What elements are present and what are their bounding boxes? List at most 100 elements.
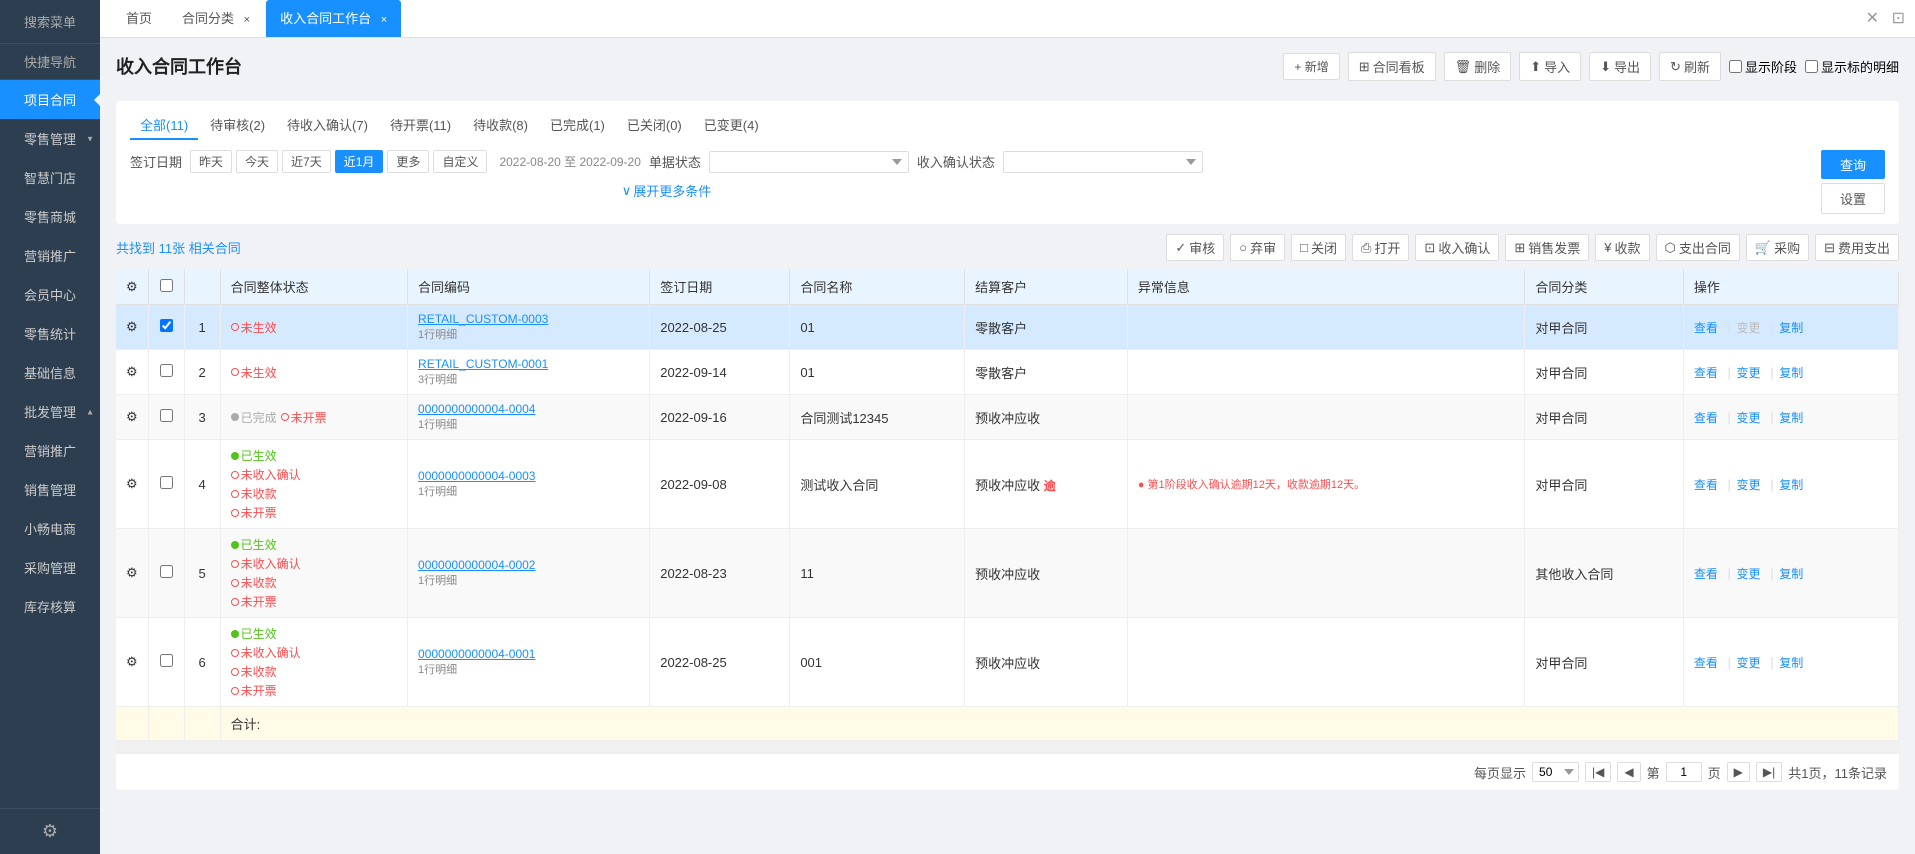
- purchase-action-btn[interactable]: 🛒 采购: [1746, 234, 1809, 261]
- change-action[interactable]: 变更: [1737, 366, 1761, 380]
- change-action[interactable]: 变更: [1737, 656, 1761, 670]
- row-gear[interactable]: ⚙: [116, 350, 148, 395]
- show-stages-checkbox[interactable]: [1729, 60, 1742, 73]
- sidebar-item-wholesale-mgmt[interactable]: 批发管理 ▲: [0, 392, 100, 431]
- sidebar-quick-nav[interactable]: 快捷导航: [0, 44, 100, 80]
- new-button[interactable]: + 新增: [1283, 53, 1339, 80]
- sidebar-item-purchase-mgmt[interactable]: 采购管理: [0, 548, 100, 587]
- row-checkbox[interactable]: [148, 395, 184, 440]
- horizontal-scrollbar[interactable]: [116, 741, 1899, 753]
- view-action[interactable]: 查看: [1694, 321, 1718, 335]
- copy-action[interactable]: 复制: [1779, 478, 1803, 492]
- filter-tab-pending-invoice[interactable]: 待开票(11): [380, 111, 461, 140]
- sidebar-item-xiaochangec[interactable]: 小畅电商: [0, 509, 100, 548]
- sidebar-item-retail-mgmt[interactable]: 零售管理: [0, 119, 100, 158]
- view-action[interactable]: 查看: [1694, 411, 1718, 425]
- date-btn-yesterday[interactable]: 昨天: [190, 150, 232, 173]
- date-btn-last1month[interactable]: 近1月: [335, 150, 384, 173]
- sidebar-item-base-info[interactable]: 基础信息: [0, 353, 100, 392]
- tab-close-contract-category[interactable]: ×: [244, 14, 250, 26]
- view-action[interactable]: 查看: [1694, 366, 1718, 380]
- sidebar-item-sales-mgmt[interactable]: 销售管理: [0, 470, 100, 509]
- row-gear[interactable]: ⚙: [116, 529, 148, 618]
- col-gear[interactable]: ⚙: [116, 269, 148, 305]
- date-btn-today[interactable]: 今天: [236, 150, 278, 173]
- contract-code-link[interactable]: 0000000000004-0004: [418, 402, 639, 416]
- export-button[interactable]: ⬇ 导出: [1589, 52, 1651, 81]
- setting-button[interactable]: 设置: [1821, 183, 1885, 214]
- filter-tab-pending-income-confirm[interactable]: 待收入确认(7): [277, 111, 378, 140]
- col-checkbox[interactable]: [148, 269, 184, 305]
- view-action[interactable]: 查看: [1694, 656, 1718, 670]
- close-action-btn[interactable]: □ 关闭: [1291, 234, 1346, 261]
- row-checkbox[interactable]: [148, 440, 184, 529]
- per-page-select[interactable]: 50 20 100: [1532, 762, 1579, 782]
- change-action[interactable]: 变更: [1737, 567, 1761, 581]
- sidebar-item-retail-mall[interactable]: 零售商城: [0, 197, 100, 236]
- expense-out-action-btn[interactable]: ⊟ 费用支出: [1815, 234, 1899, 261]
- tab-close-income-workbench[interactable]: ×: [381, 14, 387, 26]
- review-action-btn[interactable]: ✓ 审核: [1166, 234, 1224, 261]
- sidebar-item-smart-store[interactable]: 智慧门店: [0, 158, 100, 197]
- copy-action[interactable]: 复制: [1779, 321, 1803, 335]
- sidebar-item-member-center[interactable]: 会员中心: [0, 275, 100, 314]
- show-labels-checkbox[interactable]: [1805, 60, 1818, 73]
- kanban-button[interactable]: ⊞ 合同看板: [1348, 52, 1436, 81]
- filter-tab-changed[interactable]: 已变更(4): [694, 111, 769, 140]
- copy-action[interactable]: 复制: [1779, 411, 1803, 425]
- filter-tab-pending-review[interactable]: 待审核(2): [200, 111, 275, 140]
- row-checkbox[interactable]: [148, 350, 184, 395]
- sidebar-item-project-contract[interactable]: 项目合同: [0, 80, 100, 119]
- import-button[interactable]: ⬆ 导入: [1519, 52, 1581, 81]
- sales-invoice-action-btn[interactable]: ⊞ 销售发票: [1505, 234, 1589, 261]
- row-gear[interactable]: ⚙: [116, 395, 148, 440]
- contract-code-link[interactable]: 0000000000004-0003: [418, 469, 639, 483]
- sidebar-item-retail-stats[interactable]: 零售统计: [0, 314, 100, 353]
- current-page-input[interactable]: [1666, 762, 1702, 782]
- tab-home[interactable]: 首页: [112, 0, 166, 37]
- query-button[interactable]: 查询: [1821, 150, 1885, 179]
- window-minimize-button[interactable]: ⊡: [1892, 8, 1905, 28]
- receipt-action-btn[interactable]: ¥ 收款: [1595, 234, 1649, 261]
- sidebar-item-marketing2[interactable]: 营销推广: [0, 431, 100, 470]
- income-confirm-status-select[interactable]: [1003, 151, 1203, 173]
- print-action-btn[interactable]: ⎙ 打开: [1352, 234, 1409, 261]
- sidebar-item-marketing[interactable]: 营销推广: [0, 236, 100, 275]
- copy-action[interactable]: 复制: [1779, 656, 1803, 670]
- last-page-btn[interactable]: ▶|: [1756, 762, 1782, 782]
- prev-page-btn[interactable]: ◀: [1617, 762, 1640, 782]
- filter-tab-closed[interactable]: 已关闭(0): [617, 111, 692, 140]
- contract-code-link[interactable]: RETAIL_CUSTOM-0001: [418, 357, 639, 371]
- tab-income-contract-workbench[interactable]: 收入合同工作台 ×: [266, 0, 401, 37]
- income-confirm-action-btn[interactable]: ⊡ 收入确认: [1415, 234, 1499, 261]
- expand-more-btn[interactable]: ∨ 展开更多条件: [622, 181, 712, 200]
- row-gear[interactable]: ⚙: [116, 305, 148, 350]
- view-action[interactable]: 查看: [1694, 567, 1718, 581]
- filter-tab-completed[interactable]: 已完成(1): [540, 111, 615, 140]
- doc-status-select[interactable]: [709, 151, 909, 173]
- view-action[interactable]: 查看: [1694, 478, 1718, 492]
- change-action[interactable]: 变更: [1737, 478, 1761, 492]
- filter-tab-pending-receipt[interactable]: 待收款(8): [463, 111, 538, 140]
- row-checkbox[interactable]: [148, 618, 184, 707]
- select-all-checkbox[interactable]: [160, 279, 173, 292]
- copy-action[interactable]: 复制: [1779, 567, 1803, 581]
- pay-contract-action-btn[interactable]: ⬡ 支出合同: [1656, 234, 1740, 261]
- date-btn-more[interactable]: 更多: [387, 150, 429, 173]
- contract-code-link[interactable]: 0000000000004-0002: [418, 558, 639, 572]
- tab-contract-category[interactable]: 合同分类 ×: [168, 0, 264, 37]
- refresh-button[interactable]: ↻ 刷新: [1659, 52, 1721, 81]
- date-btn-last7[interactable]: 近7天: [282, 150, 331, 173]
- contract-code-link[interactable]: RETAIL_CUSTOM-0003: [418, 312, 639, 326]
- sidebar-search[interactable]: 搜索菜单: [0, 0, 100, 44]
- abandon-action-btn[interactable]: ○ 弃审: [1230, 234, 1285, 261]
- window-close-button[interactable]: ✕: [1866, 8, 1879, 28]
- date-btn-custom[interactable]: 自定义: [433, 150, 487, 173]
- change-action[interactable]: 变更: [1737, 411, 1761, 425]
- row-gear[interactable]: ⚙: [116, 618, 148, 707]
- next-page-btn[interactable]: ▶: [1727, 762, 1750, 782]
- filter-tab-all[interactable]: 全部(11): [130, 111, 198, 140]
- sidebar-settings[interactable]: ⚙: [0, 808, 100, 854]
- row-checkbox[interactable]: [148, 529, 184, 618]
- copy-action[interactable]: 复制: [1779, 366, 1803, 380]
